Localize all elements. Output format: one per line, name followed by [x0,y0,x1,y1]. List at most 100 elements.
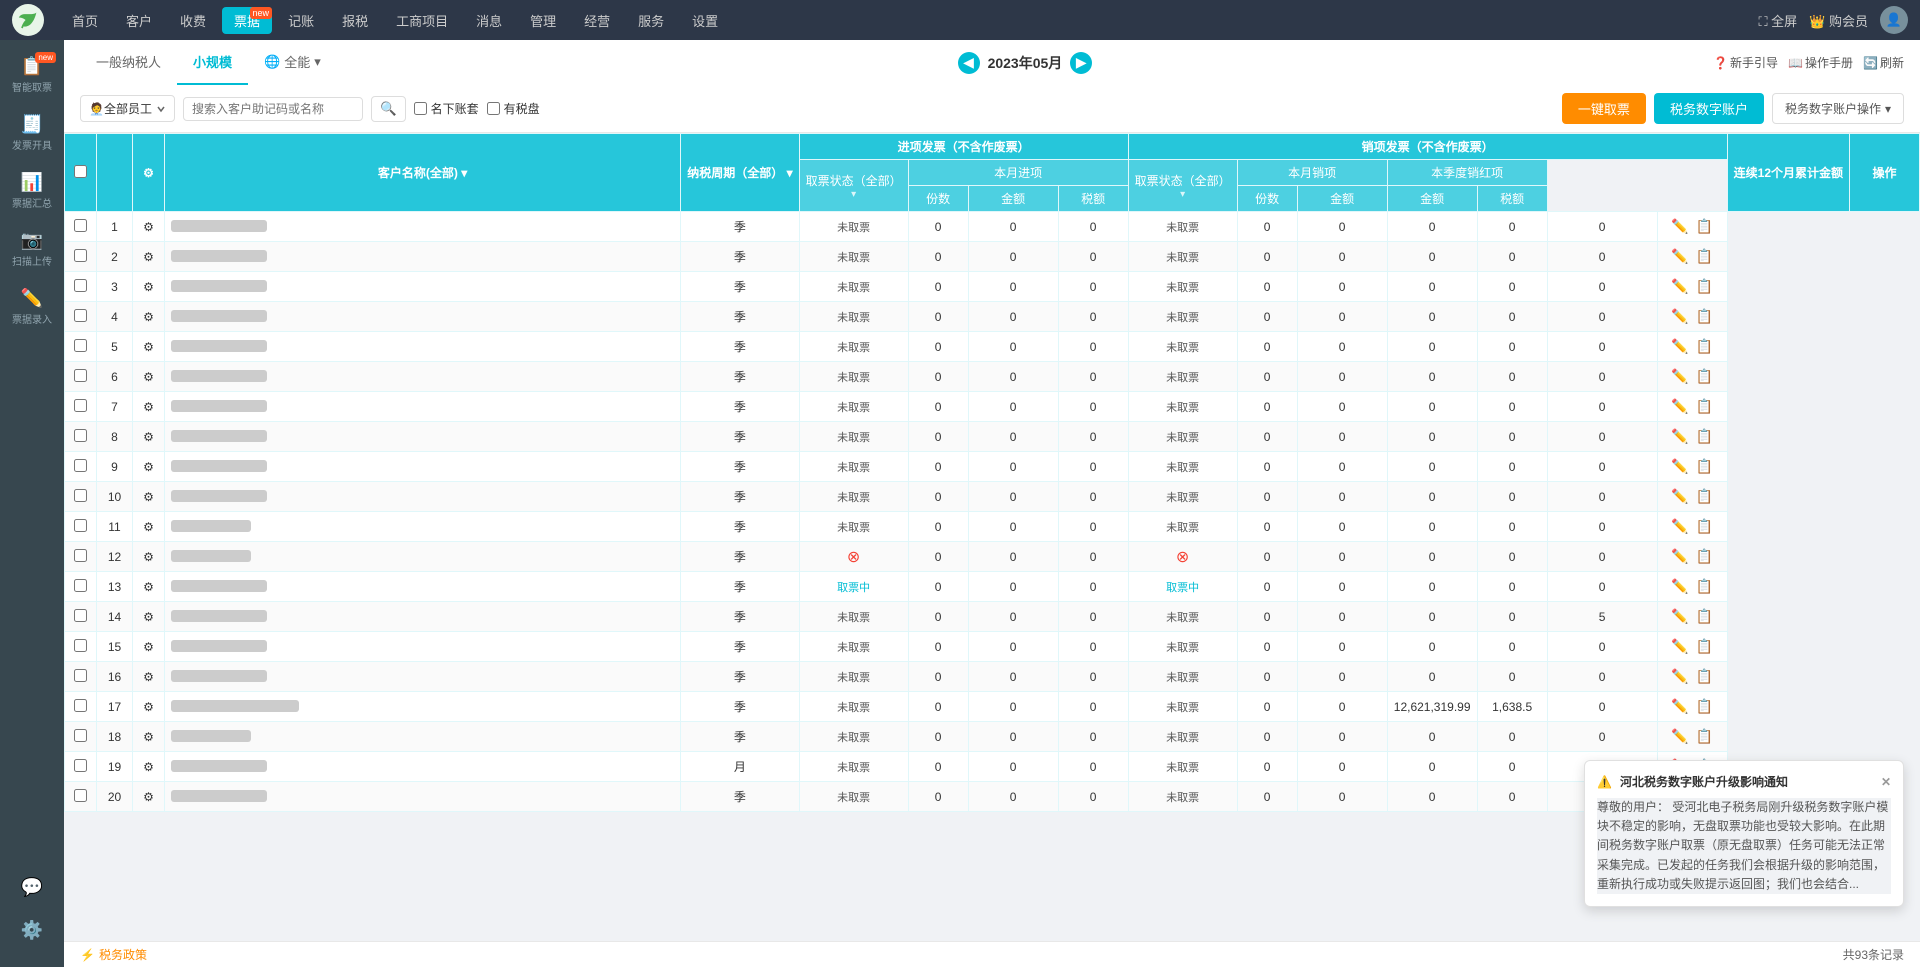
employee-select[interactable]: 🧑‍💼 全部员工 [80,95,175,122]
new-guide-btn[interactable]: ❓ 新手引导 [1713,54,1778,71]
fullscreen-btn[interactable]: ⛶ 全屏 [1758,11,1797,30]
select-all-checkbox[interactable] [74,165,87,178]
row-name[interactable]: . [165,272,681,302]
nav-admin[interactable]: 管理 [518,7,568,34]
ledger-checkbox[interactable] [414,102,427,115]
row-checkbox[interactable] [65,332,97,362]
row-setting[interactable]: ⚙ [133,692,165,722]
row-sales-status[interactable]: 未取票 [1128,662,1237,692]
row-checkbox[interactable] [65,542,97,572]
row-setting[interactable]: ⚙ [133,782,165,812]
row-income-status[interactable]: 未取票 [799,692,908,722]
tax-policy-link[interactable]: ⚡ 税务政策 [80,946,147,963]
row-checkbox[interactable] [65,482,97,512]
row-sales-status[interactable]: 未取票 [1128,302,1237,332]
row-setting[interactable]: ⚙ [133,302,165,332]
row-sales-status[interactable]: 未取票 [1128,692,1237,722]
row-sales-status[interactable]: 未取票 [1128,482,1237,512]
row-checkbox[interactable] [65,302,97,332]
row-setting[interactable]: ⚙ [133,542,165,572]
th-name[interactable]: 客户名称(全部) ▾ [165,134,681,212]
copy-btn[interactable]: 📋 [1694,336,1715,357]
row-income-status[interactable]: 未取票 [799,332,908,362]
row-sales-status[interactable]: 未取票 [1128,452,1237,482]
row-sales-status[interactable]: 取票中 [1128,572,1237,602]
edit-btn[interactable]: ✏️ [1669,576,1690,597]
edit-btn[interactable]: ✏️ [1669,306,1690,327]
row-setting[interactable]: ⚙ [133,722,165,752]
row-name[interactable]: . [165,392,681,422]
row-name[interactable]: . [165,572,681,602]
row-setting[interactable]: ⚙ [133,482,165,512]
one-click-fetch-btn[interactable]: 一键取票 [1562,93,1646,124]
row-income-status[interactable]: 未取票 [799,272,908,302]
nav-invoice[interactable]: 票据 new [222,7,272,34]
copy-btn[interactable]: 📋 [1694,456,1715,477]
digital-account-btn[interactable]: 税务数字账户 [1654,93,1764,124]
member-btn[interactable]: 👑 购会员 [1809,11,1868,30]
row-checkbox[interactable] [65,212,97,242]
row-name[interactable]: . [165,362,681,392]
row-checkbox[interactable] [65,362,97,392]
search-input[interactable] [183,97,363,121]
sidebar-item-invoice-summary[interactable]: 📊 票据汇总 [4,164,60,218]
row-setting[interactable]: ⚙ [133,392,165,422]
nav-business[interactable]: 工商项目 [384,7,460,34]
row-income-status[interactable]: 取票中 [799,572,908,602]
edit-btn[interactable]: ✏️ [1669,666,1690,687]
row-income-status[interactable]: 未取票 [799,392,908,422]
sidebar-item-settings[interactable]: ⚙️ [4,912,60,951]
row-checkbox[interactable] [65,722,97,752]
copy-btn[interactable]: 📋 [1694,216,1715,237]
edit-btn[interactable]: ✏️ [1669,456,1690,477]
row-name[interactable]: . [165,602,681,632]
row-checkbox[interactable] [65,452,97,482]
date-next-btn[interactable]: ▶ [1070,52,1092,74]
row-checkbox[interactable] [65,782,97,812]
row-sales-status[interactable]: 未取票 [1128,752,1237,782]
row-checkbox[interactable] [65,392,97,422]
row-name[interactable]: . [165,782,681,812]
row-setting[interactable]: ⚙ [133,752,165,782]
th-period[interactable]: 纳税周期（全部） ▾ [681,134,799,212]
copy-btn[interactable]: 📋 [1694,396,1715,417]
row-name[interactable]: . [165,752,681,782]
row-income-status[interactable]: 未取票 [799,722,908,752]
row-name[interactable]: . [165,482,681,512]
row-sales-status[interactable]: 未取票 [1128,512,1237,542]
copy-btn[interactable]: 📋 [1694,546,1715,567]
row-income-status[interactable]: 未取票 [799,482,908,512]
nav-tax[interactable]: 报税 [330,7,380,34]
row-income-status[interactable]: 未取票 [799,602,908,632]
row-income-status[interactable]: 未取票 [799,302,908,332]
edit-btn[interactable]: ✏️ [1669,396,1690,417]
edit-btn[interactable]: ✏️ [1669,336,1690,357]
row-name[interactable]: . [165,662,681,692]
row-checkbox[interactable] [65,272,97,302]
row-setting[interactable]: ⚙ [133,662,165,692]
edit-btn[interactable]: ✏️ [1669,426,1690,447]
nav-home[interactable]: 首页 [60,7,110,34]
copy-btn[interactable]: 📋 [1694,576,1715,597]
copy-btn[interactable]: 📋 [1694,276,1715,297]
row-setting[interactable]: ⚙ [133,212,165,242]
row-income-status[interactable]: 未取票 [799,632,908,662]
row-sales-status[interactable]: 未取票 [1128,782,1237,812]
user-avatar[interactable]: 👤 [1880,6,1908,34]
row-setting[interactable]: ⚙ [133,572,165,602]
nav-accounting[interactable]: 记账 [276,7,326,34]
copy-btn[interactable]: 📋 [1694,516,1715,537]
copy-btn[interactable]: 📋 [1694,726,1715,747]
row-sales-status[interactable]: 未取票 [1128,602,1237,632]
row-checkbox[interactable] [65,692,97,722]
nav-service[interactable]: 服务 [626,7,676,34]
row-checkbox[interactable] [65,422,97,452]
tab-all-capable[interactable]: 🌐 全能 ▾ [248,40,337,85]
edit-btn[interactable]: ✏️ [1669,606,1690,627]
edit-btn[interactable]: ✏️ [1669,696,1690,717]
sidebar-item-smart-ticket[interactable]: 📋 智能取票 new [4,48,60,102]
row-checkbox[interactable] [65,602,97,632]
sidebar-item-scan-upload[interactable]: 📷 扫描上传 [4,222,60,276]
row-setting[interactable]: ⚙ [133,602,165,632]
digital-ops-btn[interactable]: 税务数字账户操作 ▾ [1772,93,1904,124]
